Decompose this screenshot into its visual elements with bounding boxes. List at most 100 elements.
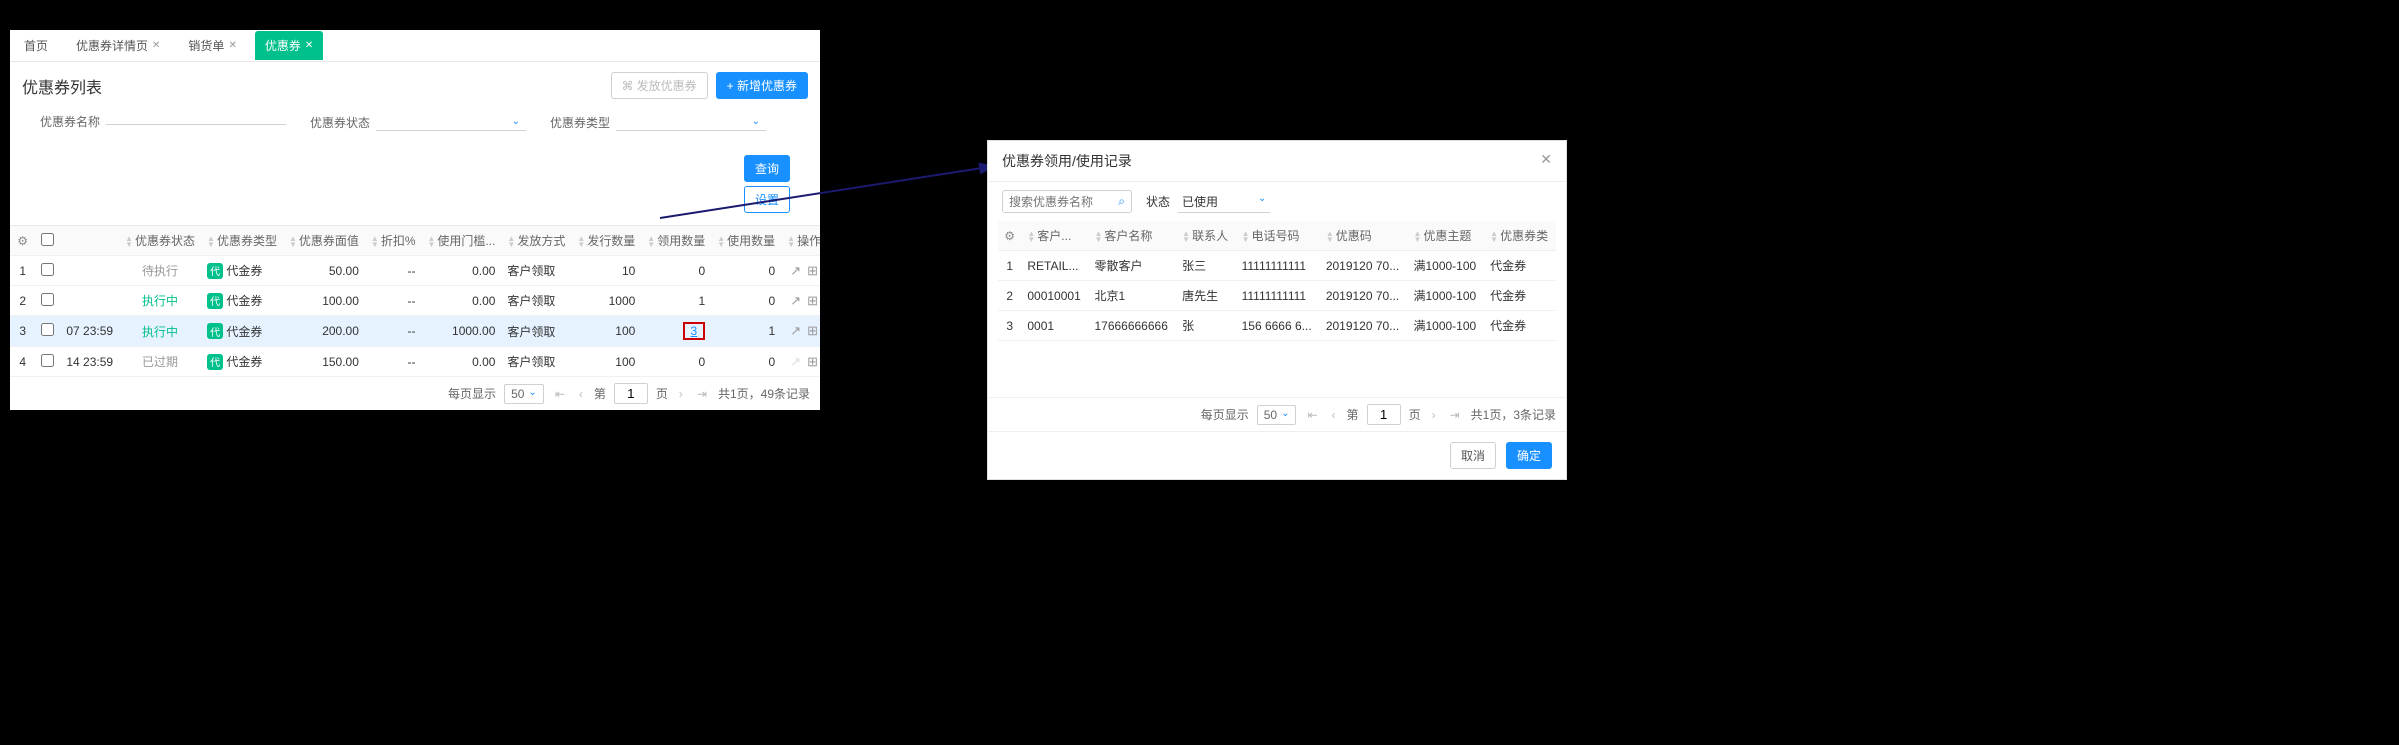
col-header[interactable]: ▲▼优惠券类 xyxy=(1484,221,1556,251)
table-row[interactable]: 3000117666666666张156 6666 6...2019120 70… xyxy=(998,311,1556,341)
sort-icon[interactable]: ▲▼ xyxy=(289,236,297,248)
share-icon[interactable]: ↗ xyxy=(790,354,801,369)
page-input[interactable] xyxy=(614,383,648,404)
chevron-down-icon: ⌄ xyxy=(1281,408,1289,422)
issue-coupon-button[interactable]: ⌘ 发放优惠券 xyxy=(611,72,708,99)
col-header[interactable]: ▲▼操作 xyxy=(781,226,820,256)
qrcode-icon[interactable]: ⊞ xyxy=(807,293,818,308)
col-header[interactable]: ▲▼发放方式 xyxy=(501,226,571,256)
search-button[interactable]: 查询 xyxy=(744,155,790,182)
col-header[interactable]: ▲▼使用门槛... xyxy=(421,226,501,256)
tab-close-icon[interactable]: ✕ xyxy=(305,40,313,51)
tab-优惠券[interactable]: 优惠券✕ xyxy=(255,31,323,60)
modal-search-input[interactable]: ⌕ xyxy=(1002,190,1132,213)
got-count[interactable]: 3 xyxy=(641,316,711,347)
phone: 156 6666 6... xyxy=(1236,311,1320,341)
row-checkbox[interactable] xyxy=(41,323,54,336)
cancel-button[interactable]: 取消 xyxy=(1450,442,1496,469)
share-icon[interactable]: ↗ xyxy=(790,263,801,278)
sort-icon[interactable]: ▲▼ xyxy=(371,236,379,248)
col-header[interactable]: ▲▼优惠主题 xyxy=(1407,221,1484,251)
first-page-icon[interactable]: ⇤ xyxy=(552,387,568,401)
col-header[interactable]: ▲▼优惠码 xyxy=(1320,221,1408,251)
table-row[interactable]: 307 23:59执行中代 代金券200.00--1000.00客户领取1003… xyxy=(10,316,820,347)
modal-state-select[interactable]: 已使用 ⌄ xyxy=(1178,191,1270,213)
row-checkbox[interactable] xyxy=(41,293,54,306)
qrcode-icon[interactable]: ⊞ xyxy=(807,263,818,278)
col-header[interactable]: ▲▼优惠券面值 xyxy=(283,226,365,256)
filter-name-input[interactable] xyxy=(106,118,286,125)
col-header[interactable] xyxy=(35,226,60,256)
filter-type-select[interactable]: ⌄ xyxy=(616,113,766,131)
col-header[interactable]: ▲▼使用数量 xyxy=(711,226,781,256)
sort-icon[interactable]: ▲▼ xyxy=(507,236,515,248)
table-row[interactable]: 1待执行代 代金券50.00--0.00客户领取1000↗⊞ xyxy=(10,256,820,286)
row-checkbox[interactable] xyxy=(41,354,54,367)
sort-icon[interactable]: ▲▼ xyxy=(1326,231,1334,243)
sort-icon[interactable]: ▲▼ xyxy=(717,236,725,248)
col-header[interactable]: ▲▼折扣% xyxy=(365,226,422,256)
col-header[interactable]: ▲▼电话号码 xyxy=(1236,221,1320,251)
col-header[interactable] xyxy=(60,226,119,256)
last-page-icon[interactable]: ⇥ xyxy=(694,387,710,401)
sort-icon[interactable]: ▲▼ xyxy=(1413,231,1421,243)
page-label: 第 xyxy=(594,385,606,402)
add-coupon-button[interactable]: + 新增优惠券 xyxy=(716,72,808,99)
table-row[interactable]: 2执行中代 代金券100.00--0.00客户领取100010↗⊞ xyxy=(10,286,820,316)
share-icon[interactable]: ↗ xyxy=(790,323,801,338)
confirm-button[interactable]: 确定 xyxy=(1506,442,1552,469)
issue-method: 客户领取 xyxy=(501,286,571,316)
close-icon[interactable]: ✕ xyxy=(1540,151,1552,171)
last-page-icon[interactable]: ⇥ xyxy=(1447,408,1463,422)
col-header[interactable]: ▲▼联系人 xyxy=(1176,221,1235,251)
qrcode-icon[interactable]: ⊞ xyxy=(807,354,818,369)
prev-page-icon[interactable]: ‹ xyxy=(1329,408,1339,422)
gear-icon[interactable]: ⚙ xyxy=(17,234,28,248)
select-all-checkbox[interactable] xyxy=(41,233,54,246)
table-row[interactable]: 414 23:59已过期代 代金券150.00--0.00客户领取10000↗⊞ xyxy=(10,347,820,377)
col-header[interactable]: ▲▼优惠券状态 xyxy=(119,226,201,256)
sort-icon[interactable]: ▲▼ xyxy=(1027,231,1035,243)
per-page-select[interactable]: 50⌄ xyxy=(1257,405,1297,425)
share-icon[interactable]: ↗ xyxy=(790,293,801,308)
sort-icon[interactable]: ▲▼ xyxy=(1242,231,1250,243)
prev-page-icon[interactable]: ‹ xyxy=(576,387,586,401)
row-index: 4 xyxy=(10,347,35,377)
filter-type-label: 优惠券类型 xyxy=(550,114,610,131)
tab-销货单[interactable]: 销货单✕ xyxy=(178,31,246,60)
col-header[interactable]: ▲▼发行数量 xyxy=(571,226,641,256)
sort-icon[interactable]: ▲▼ xyxy=(125,236,133,248)
first-page-icon[interactable]: ⇤ xyxy=(1304,408,1320,422)
coupon-table-wrap: ⚙ ▲▼优惠券状态▲▼优惠券类型▲▼优惠券面值▲▼折扣%▲▼使用门槛...▲▼发放… xyxy=(10,225,820,376)
sort-icon[interactable]: ▲▼ xyxy=(1094,231,1102,243)
table-row[interactable]: 1RETAIL...零散客户张三111111111112019120 70...… xyxy=(998,251,1556,281)
sort-icon[interactable]: ▲▼ xyxy=(787,236,795,248)
col-header[interactable]: ▲▼客户... xyxy=(1021,221,1088,251)
next-page-icon[interactable]: › xyxy=(1429,408,1439,422)
col-header[interactable]: ⚙ xyxy=(998,221,1021,251)
filter-status-select[interactable]: ⌄ xyxy=(376,113,526,131)
sort-icon[interactable]: ▲▼ xyxy=(427,236,435,248)
col-header[interactable]: ▲▼客户名称 xyxy=(1088,221,1176,251)
gear-icon[interactable]: ⚙ xyxy=(1004,229,1015,243)
settings-button[interactable]: 设置 xyxy=(744,186,790,213)
sort-icon[interactable]: ▲▼ xyxy=(577,236,585,248)
sort-icon[interactable]: ▲▼ xyxy=(1182,231,1190,243)
qrcode-icon[interactable]: ⊞ xyxy=(807,323,818,338)
sort-icon[interactable]: ▲▼ xyxy=(1490,231,1498,243)
tab-首页[interactable]: 首页 xyxy=(14,31,58,60)
tab-close-icon[interactable]: ✕ xyxy=(152,40,160,51)
row-checkbox[interactable] xyxy=(41,263,54,276)
col-header[interactable]: ▲▼领用数量 xyxy=(641,226,711,256)
tab-优惠券详情页[interactable]: 优惠券详情页✕ xyxy=(66,31,170,60)
sort-icon[interactable]: ▲▼ xyxy=(207,236,215,248)
col-header[interactable]: ⚙ xyxy=(10,226,35,256)
coupon-type: 代金券 xyxy=(226,325,262,339)
per-page-select[interactable]: 50⌄ xyxy=(504,384,544,404)
next-page-icon[interactable]: › xyxy=(676,387,686,401)
col-header[interactable]: ▲▼优惠券类型 xyxy=(201,226,283,256)
table-row[interactable]: 200010001北京1唐先生111111111112019120 70...满… xyxy=(998,281,1556,311)
tab-close-icon[interactable]: ✕ xyxy=(228,40,236,51)
page-input[interactable] xyxy=(1367,404,1401,425)
sort-icon[interactable]: ▲▼ xyxy=(647,236,655,248)
